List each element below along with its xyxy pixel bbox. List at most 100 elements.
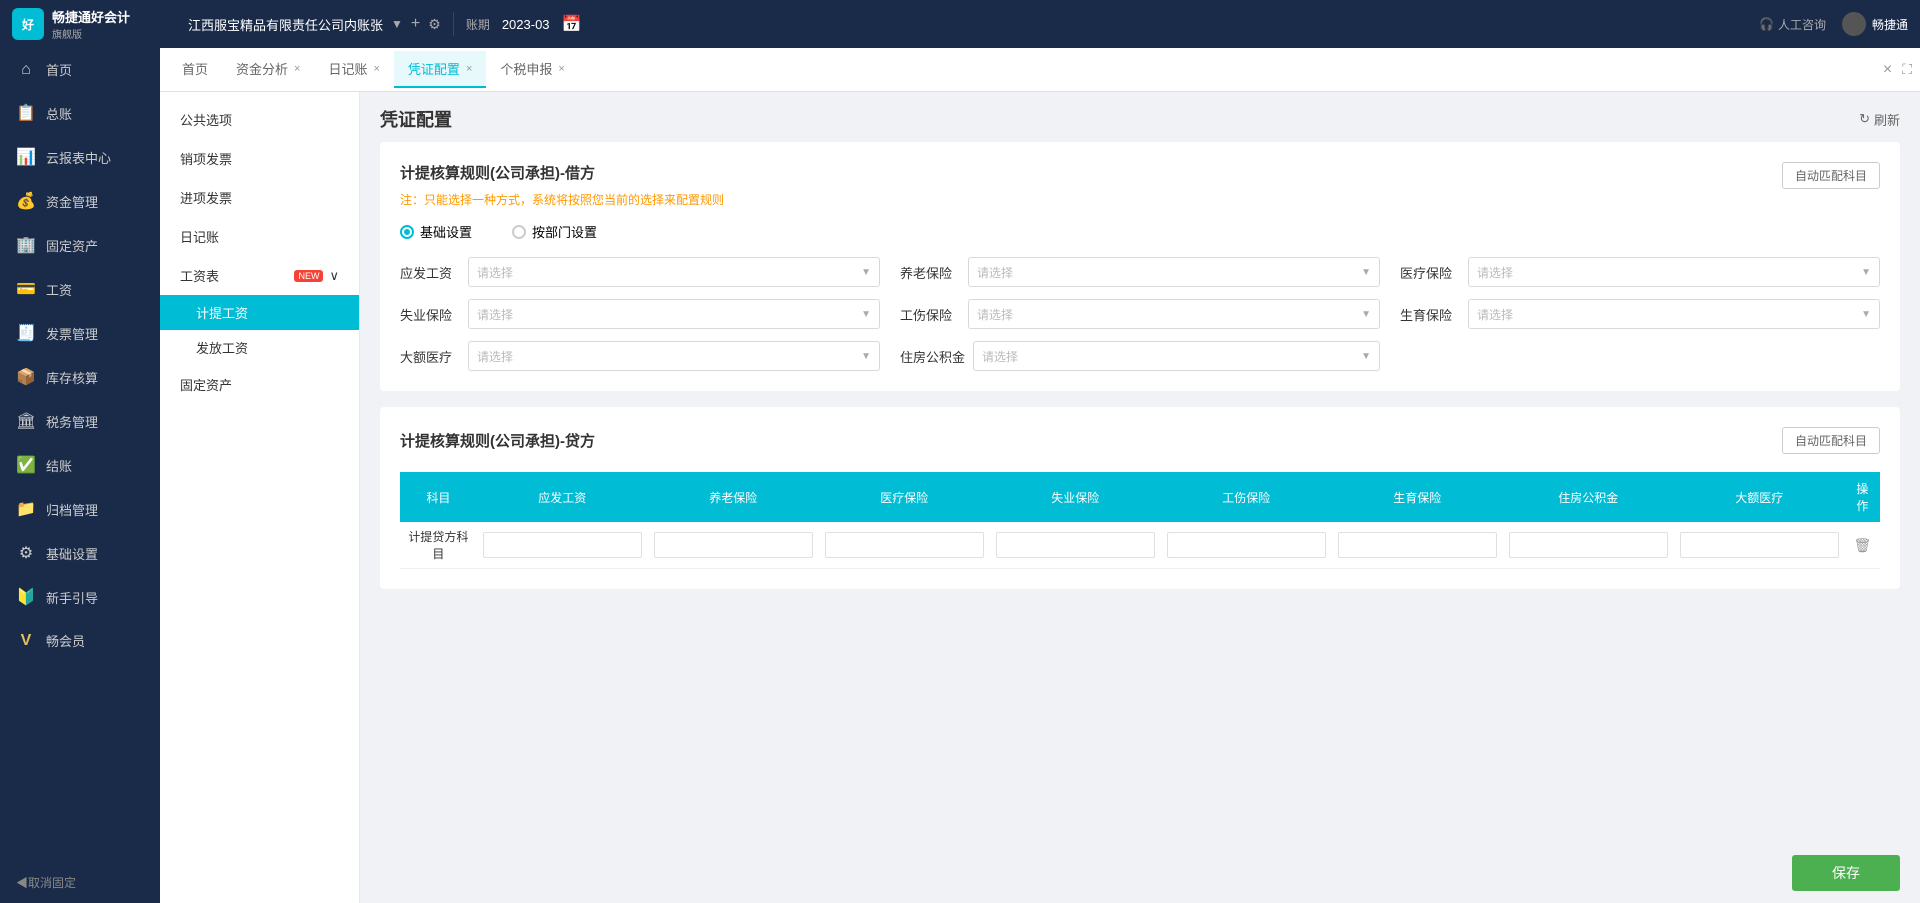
invoice-icon: 🧾 — [16, 323, 36, 343]
tab-home[interactable]: 首页 — [168, 51, 222, 88]
sidebar-item-assets[interactable]: 🏢 固定资产 — [0, 223, 160, 267]
form-row-pension: 养老保险 请选择 ▼ — [900, 257, 1380, 287]
input-workinjury[interactable] — [1167, 532, 1326, 558]
select-salary[interactable]: 请选择 ▼ — [468, 257, 880, 287]
menu-item-purchase-invoice[interactable]: 进项发票 — [160, 178, 359, 217]
select-birth[interactable]: 请选择 ▼ — [1468, 299, 1880, 329]
reports-icon: 📊 — [16, 147, 36, 167]
credit-section-title: 计提核算规则(公司承担)-贷方 — [400, 430, 595, 451]
select-workinjury[interactable]: 请选择 ▼ — [968, 299, 1380, 329]
sidebar-item-label: 归档管理 — [46, 500, 98, 519]
input-bigmedical[interactable] — [1680, 532, 1839, 558]
menu-item-calc-payroll[interactable]: 计提工资 — [160, 295, 359, 330]
refresh-btn[interactable]: ↻ 刷新 — [1859, 110, 1900, 129]
sidebar-item-member[interactable]: V 畅会员 — [0, 619, 160, 662]
tax-icon: 🏛 — [16, 411, 36, 431]
menu-item-payroll-table[interactable]: 工资表 NEW ∨ — [160, 256, 359, 295]
new-badge: NEW — [294, 270, 323, 282]
sidebar-item-home[interactable]: ⌂ 首页 — [0, 48, 160, 91]
user-area: 畅捷通 — [1842, 12, 1908, 36]
expand-btn[interactable]: ⛶ — [1902, 61, 1912, 79]
menu-item-pay-payroll[interactable]: 发放工资 — [160, 330, 359, 365]
tab-close-tax[interactable]: × — [558, 63, 564, 75]
radio-dept[interactable]: 按部门设置 — [512, 222, 597, 241]
sidebar-item-tax[interactable]: 🏛 税务管理 — [0, 399, 160, 443]
cell-unemployment — [990, 522, 1161, 569]
input-unemployment[interactable] — [996, 532, 1155, 558]
sidebar-item-ledger[interactable]: 📋 总账 — [0, 91, 160, 135]
menu-item-sales-invoice[interactable]: 销项发票 — [160, 139, 359, 178]
tab-voucher-config[interactable]: 凭证配置 × — [394, 51, 486, 88]
label-salary: 应发工资 — [400, 263, 460, 282]
sidebar-item-archive[interactable]: 📁 归档管理 — [0, 487, 160, 531]
add-btn[interactable]: + — [411, 15, 420, 33]
input-birth[interactable] — [1338, 532, 1497, 558]
table-row: 计提贷方科目 — [400, 522, 1880, 569]
cell-workinjury — [1161, 522, 1332, 569]
debit-form-grid: 应发工资 请选择 ▼ 养老保险 请选择 — [400, 257, 1880, 371]
left-panel: 公共选项 销项发票 进项发票 日记账 工资表 NEW ∨ 计提工资 发放工资 固… — [160, 92, 360, 903]
select-housing[interactable]: 请选择 ▼ — [973, 341, 1380, 371]
select-unemployment[interactable]: 请选择 ▼ — [468, 299, 880, 329]
col-action: 操作 — [1845, 472, 1880, 522]
sidebar-item-payroll[interactable]: 💳 工资 — [0, 267, 160, 311]
sidebar-item-closing[interactable]: ✅ 结账 — [0, 443, 160, 487]
radio-basic[interactable]: 基础设置 — [400, 222, 472, 241]
radio-basic-label: 基础设置 — [420, 222, 472, 241]
sidebar-item-capital[interactable]: 💰 资金管理 — [0, 179, 160, 223]
delete-row-btn[interactable]: 🗑 — [1853, 537, 1871, 553]
col-birth: 生育保险 — [1332, 472, 1503, 522]
menu-item-public[interactable]: 公共选项 — [160, 100, 359, 139]
headset-icon: 🎧 — [1759, 17, 1774, 31]
close-all-tabs-btn[interactable]: × — [1883, 61, 1892, 79]
input-housing[interactable] — [1509, 532, 1668, 558]
form-row-unemployment: 失业保险 请选择 ▼ — [400, 299, 880, 329]
input-medical[interactable] — [825, 532, 984, 558]
sidebar-item-guide[interactable]: 🔰 新手引导 — [0, 575, 160, 619]
service-btn[interactable]: 🎧 人工咨询 — [1759, 16, 1826, 33]
top-center: 江西服宝精品有限责任公司内账张 ▼ + ⚙ 账期 2023-03 📅 — [172, 12, 1759, 36]
input-pension[interactable] — [654, 532, 813, 558]
logo-icon: 好 — [12, 8, 44, 40]
page-title: 凭证配置 — [380, 106, 452, 132]
sidebar-item-settings[interactable]: ⚙ 基础设置 — [0, 531, 160, 575]
sidebar-item-label: 库存核算 — [46, 368, 98, 387]
company-dropdown-btn[interactable]: ▼ — [391, 17, 403, 31]
sidebar-item-reports[interactable]: 📊 云报表中心 — [0, 135, 160, 179]
tab-close-voucher[interactable]: × — [466, 63, 472, 75]
settings-btn[interactable]: ⚙ — [428, 16, 441, 33]
sidebar-item-label: 首页 — [46, 60, 72, 79]
tab-label: 资金分析 — [236, 59, 288, 78]
credit-auto-match-btn[interactable]: 自动匹配科目 — [1782, 427, 1880, 454]
credit-table: 科目 应发工资 养老保险 医疗保险 失业保险 工伤保险 生育保险 住房公积金 大 — [400, 472, 1880, 569]
sidebar-item-label: 发票管理 — [46, 324, 98, 343]
input-salary[interactable] — [483, 532, 642, 558]
select-pension[interactable]: 请选择 ▼ — [968, 257, 1380, 287]
tab-close-journal[interactable]: × — [373, 63, 379, 75]
tab-close-capital[interactable]: × — [294, 63, 300, 75]
calendar-icon[interactable]: 📅 — [562, 14, 582, 34]
label-workinjury: 工伤保险 — [900, 305, 960, 324]
tab-journal[interactable]: 日记账 × — [314, 51, 393, 88]
save-btn[interactable]: 保存 — [1792, 855, 1900, 891]
tab-capital-analysis[interactable]: 资金分析 × — [222, 51, 314, 88]
tab-actions: × ⛶ — [1883, 61, 1912, 79]
payroll-table-label: 工资表 — [180, 266, 219, 285]
menu-item-journal[interactable]: 日记账 — [160, 217, 359, 256]
select-medical[interactable]: 请选择 ▼ — [1468, 257, 1880, 287]
tab-tax-return[interactable]: 个税申报 × — [486, 51, 578, 88]
debit-auto-match-btn[interactable]: 自动匹配科目 — [1782, 162, 1880, 189]
sidebar-item-inventory[interactable]: 📦 库存核算 — [0, 355, 160, 399]
menu-item-fixed-assets[interactable]: 固定资产 — [160, 365, 359, 404]
form-row-birth: 生育保险 请选择 ▼ — [1400, 299, 1880, 329]
row-label: 计提贷方科目 — [400, 522, 477, 569]
sidebar-item-invoice[interactable]: 🧾 发票管理 — [0, 311, 160, 355]
capital-icon: 💰 — [16, 191, 36, 211]
chevron-icon: ▼ — [1361, 309, 1371, 320]
tab-label: 个税申报 — [500, 59, 552, 78]
cancel-fixed-btn[interactable]: ◀取消固定 — [0, 862, 160, 903]
select-bigmedical[interactable]: 请选择 ▼ — [468, 341, 880, 371]
radio-dept-label: 按部门设置 — [532, 222, 597, 241]
chevron-icon: ▼ — [1361, 267, 1371, 278]
cell-bigmedical — [1674, 522, 1845, 569]
